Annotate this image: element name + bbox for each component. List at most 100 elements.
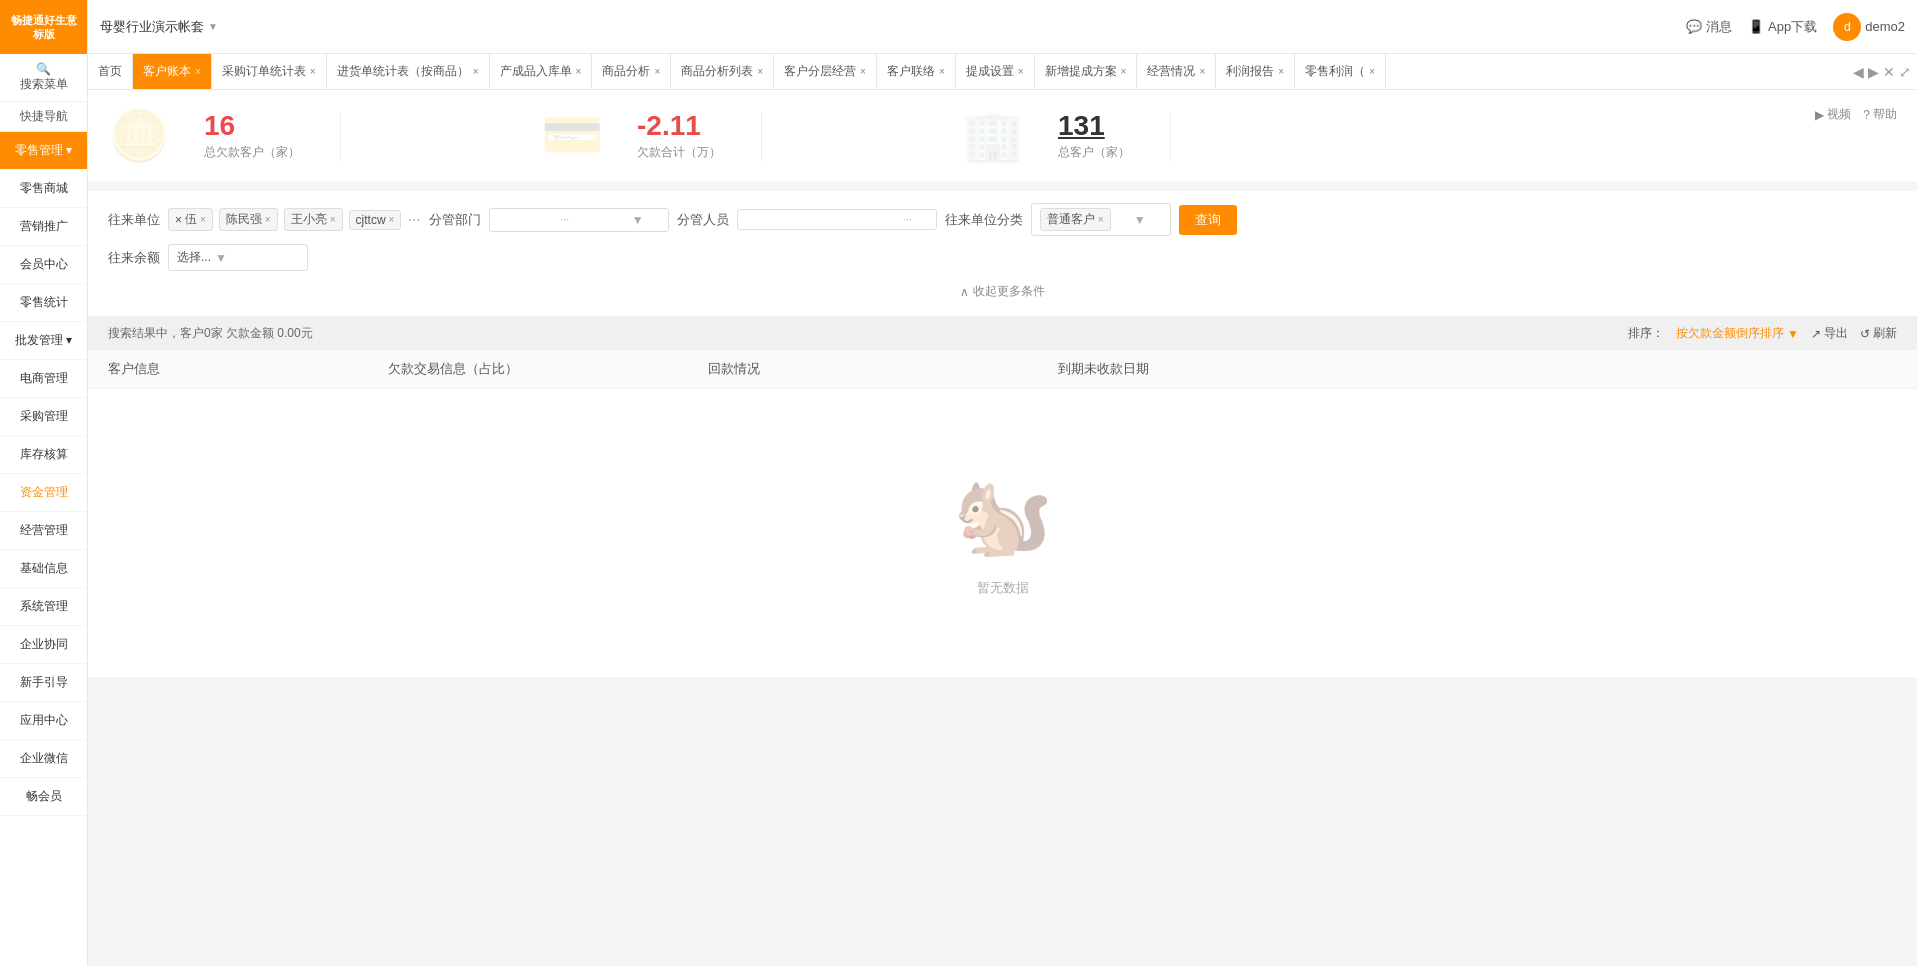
export-icon: ↗ (1811, 327, 1821, 341)
tab-profit-report[interactable]: 利润报告× (1216, 54, 1295, 90)
tab-retail-profit[interactable]: 零售利润（× (1295, 54, 1386, 90)
sidebar-item-system-mgmt[interactable]: 系统管理 (0, 588, 87, 626)
app-download-button[interactable]: 📱 App下载 (1748, 18, 1817, 36)
debt-icon: 💳 (541, 107, 603, 163)
tab-close-customer-account[interactable]: × (195, 66, 201, 77)
video-help-button[interactable]: ▶ 视频 (1815, 106, 1851, 123)
sidebar-item-enterprise-wechat[interactable]: 企业微信 (0, 740, 87, 778)
tab-label-commission-settings: 提成设置 (966, 63, 1014, 80)
filter-tag-chen-close[interactable]: × (265, 214, 271, 225)
filter-tag-wu-close[interactable]: × (200, 214, 206, 225)
empty-state: 🐿️ 暂无数据 (88, 389, 1917, 677)
sidebar-item-marketing[interactable]: 营销推广 (0, 208, 87, 246)
tab-label-customer-contact: 客户联络 (887, 63, 935, 80)
balance-selector[interactable]: 选择... ▼ (168, 244, 308, 271)
tab-close-product-analysis[interactable]: × (654, 66, 660, 77)
tab-home[interactable]: 首页 (88, 54, 133, 90)
tab-close-business-status[interactable]: × (1199, 66, 1205, 77)
filter-row-1: 往来单位 × 伍 × 陈民强 × 王小亮 × (108, 203, 1897, 236)
dept-selector[interactable]: ··· ▼ (489, 208, 669, 232)
sidebar-item-enterprise-collab[interactable]: 企业协同 (0, 626, 87, 664)
building-icon: 🏢 (962, 107, 1024, 163)
help-label: 帮助 (1873, 106, 1897, 123)
sidebar-item-finance-mgmt[interactable]: 资金管理 (0, 474, 87, 512)
stat-total-customers: 131 总客户（家） (1038, 112, 1171, 161)
tab-customer-contact[interactable]: 客户联络 × (877, 54, 956, 90)
tab-cost-inbound[interactable]: 产成品入库单× (490, 54, 593, 90)
sidebar-item-business-mgmt[interactable]: 经营管理 (0, 512, 87, 550)
sidebar-item-retail-mgmt[interactable]: 零售管理 ▾ (0, 132, 87, 170)
sidebar-item-purchase-mgmt[interactable]: 采购管理 (0, 398, 87, 436)
tab-inbound-stats[interactable]: 进货单统计表（按商品）× (327, 54, 490, 90)
tab-close-purchase-order-stats[interactable]: × (310, 66, 316, 77)
tab-close-cost-inbound[interactable]: × (576, 66, 582, 77)
tab-prev-arrow[interactable]: ◀ (1853, 64, 1864, 80)
sidebar-item-retail-shop[interactable]: 零售商城 (0, 170, 87, 208)
topbar: 母婴行业演示帐套 ▼ 💬 消息 📱 App下载 d demo2 (88, 0, 1917, 54)
messages-button[interactable]: 💬 消息 (1686, 18, 1732, 36)
sidebar-item-ecommerce-mgmt[interactable]: 电商管理 (0, 360, 87, 398)
filter-tag-cjttcw: cjttcw × (349, 210, 402, 230)
sidebar-item-inventory[interactable]: 库存核算 (0, 436, 87, 474)
sidebar-item-basic-info[interactable]: 基础信息 (0, 550, 87, 588)
user-profile[interactable]: d demo2 (1833, 13, 1905, 41)
app-download-label: App下载 (1768, 18, 1817, 36)
tab-close-product-analysis-list[interactable]: × (757, 66, 763, 77)
filter-tag-cjttcw-close[interactable]: × (389, 214, 395, 225)
store-name: 母婴行业演示帐套 (100, 18, 204, 36)
tab-purchase-order-stats[interactable]: 采购订单统计表 × (212, 54, 327, 90)
tab-close-commission-settings[interactable]: × (1018, 66, 1024, 77)
sidebar-item-app-center[interactable]: 应用中心 (0, 702, 87, 740)
tab-close-all[interactable]: ✕ (1883, 64, 1895, 80)
store-selector[interactable]: 母婴行业演示帐套 ▼ (100, 18, 218, 36)
tab-new-commission-plan[interactable]: 新增提成方案× (1035, 54, 1138, 90)
page-content: 🪙 16 总欠款客户（家） 💳 -2.11 欠款合计（万） 🏢 131 总客户（… (88, 90, 1917, 966)
tab-label-purchase-order-stats: 采购订单统计表 (222, 63, 306, 80)
help-button[interactable]: ? 帮助 (1863, 106, 1897, 123)
export-button[interactable]: ↗ 导出 (1811, 325, 1848, 342)
unit-category-selector[interactable]: 普通客户 × ▼ (1031, 203, 1171, 236)
filter-tag-chen: 陈民强 × (219, 208, 278, 231)
tab-close-customer-tier[interactable]: × (860, 66, 866, 77)
tab-business-status[interactable]: 经营情况× (1137, 54, 1216, 90)
tab-close-customer-contact[interactable]: × (939, 66, 945, 77)
sidebar-search[interactable]: 🔍 搜索菜单 (0, 54, 87, 102)
tab-close-profit-report[interactable]: × (1278, 66, 1284, 77)
search-result-bar: 搜索结果中，客户0家 欠款金额 0.00元 排序： 按欠款金额倒序排序 ▼ ↗ … (88, 317, 1917, 350)
collapse-button[interactable]: ∧ 收起更多条件 (952, 279, 1053, 304)
person-selector[interactable]: ··· (737, 209, 937, 230)
tab-customer-tier[interactable]: 客户分层经营× (774, 54, 877, 90)
collapse-up-icon: ∧ (960, 285, 969, 299)
video-icon: ▶ (1815, 108, 1824, 122)
tab-close-retail-profit[interactable]: × (1369, 66, 1375, 77)
tab-next-arrow[interactable]: ▶ (1868, 64, 1879, 80)
tab-scroll-controls[interactable]: ◀ ▶ ✕ ⤢ (1847, 64, 1917, 80)
filter-area: 往来单位 × 伍 × 陈民强 × 王小亮 × (88, 191, 1917, 317)
sort-selector[interactable]: 按欠款金额倒序排序 ▼ (1676, 325, 1799, 342)
refresh-button[interactable]: ↺ 刷新 (1860, 325, 1897, 342)
query-button[interactable]: 查询 (1179, 205, 1237, 235)
more-tags-button[interactable]: ··· (407, 212, 420, 228)
filter-tag-wu-x[interactable]: × (175, 213, 182, 227)
logo-text: 畅捷通好生意 (11, 13, 77, 27)
sidebar-item-vip-member[interactable]: 畅会员 (0, 778, 87, 816)
tab-product-analysis[interactable]: 商品分析× (592, 54, 671, 90)
tab-commission-settings[interactable]: 提成设置 × (956, 54, 1035, 90)
sidebar-item-retail-stats[interactable]: 零售统计 (0, 284, 87, 322)
sidebar-item-wholesale-mgmt[interactable]: 批发管理 ▾ (0, 322, 87, 360)
result-right-controls: 排序： 按欠款金额倒序排序 ▼ ↗ 导出 ↺ 刷新 (1628, 325, 1897, 342)
tab-product-analysis-list[interactable]: 商品分析列表× (671, 54, 774, 90)
tab-close-new-commission-plan[interactable]: × (1121, 66, 1127, 77)
tab-close-inbound-stats[interactable]: × (473, 66, 479, 77)
category-tag-close[interactable]: × (1098, 214, 1104, 225)
filter-tag-wang-close[interactable]: × (330, 214, 336, 225)
tab-maximize[interactable]: ⤢ (1899, 64, 1911, 80)
main-content: 母婴行业演示帐套 ▼ 💬 消息 📱 App下载 d demo2 首页客户账本×采… (88, 0, 1917, 966)
quick-nav-label: 快捷导航 (6, 108, 81, 125)
tab-label-home: 首页 (98, 63, 122, 80)
tab-customer-account[interactable]: 客户账本× (133, 54, 212, 90)
sidebar-item-member-center[interactable]: 会员中心 (0, 246, 87, 284)
sidebar-quick-nav[interactable]: 快捷导航 (0, 102, 87, 132)
sidebar-item-new-guide[interactable]: 新手引导 (0, 664, 87, 702)
message-icon: 💬 (1686, 19, 1702, 34)
